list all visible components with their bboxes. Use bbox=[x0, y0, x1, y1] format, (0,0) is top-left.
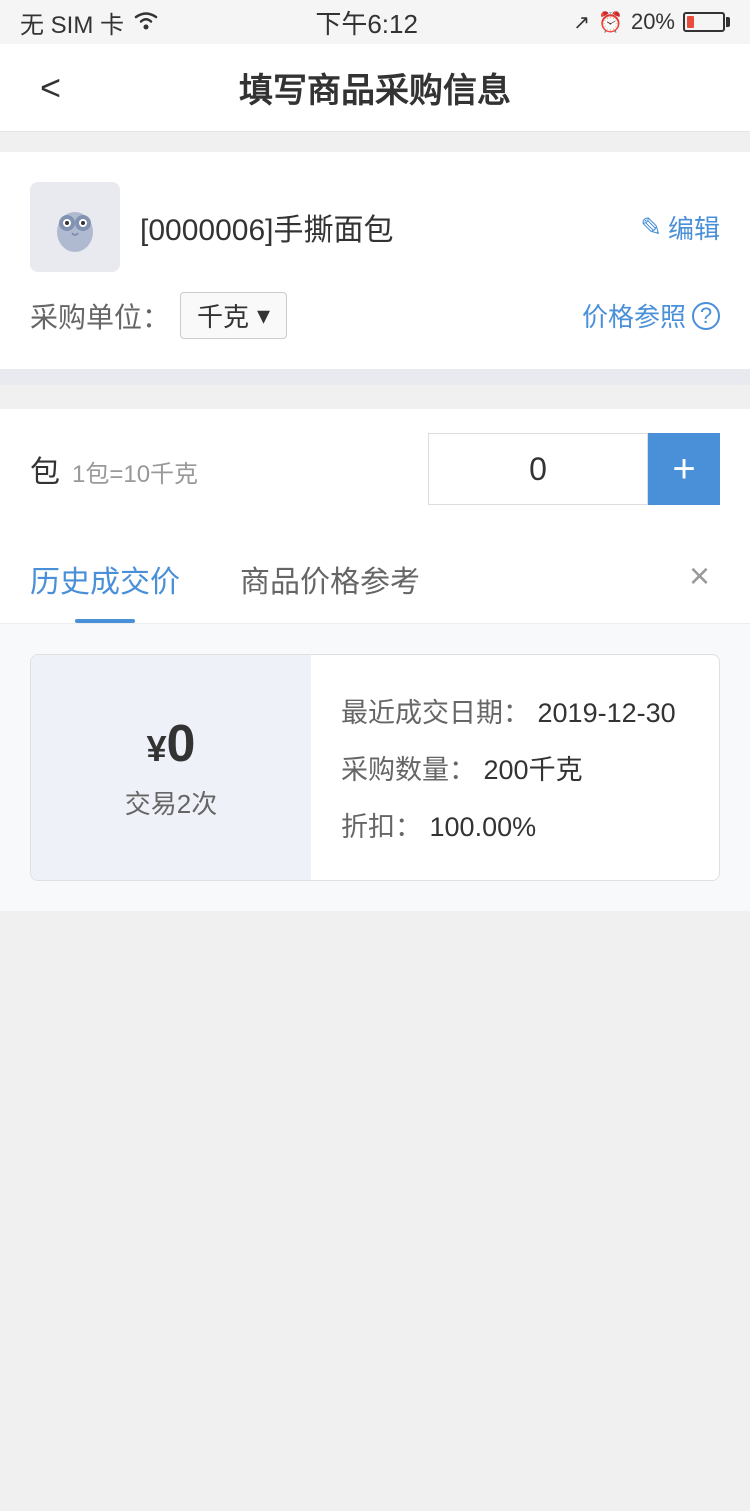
product-name: [0000006]手撕面包 bbox=[140, 205, 393, 249]
status-right: ↗ ⏰ 20% bbox=[573, 9, 730, 35]
quantity-control: + bbox=[428, 433, 720, 505]
location-icon: ↗ bbox=[573, 10, 590, 35]
product-thumbnail bbox=[30, 182, 120, 272]
card-trade-count: 交易2次 bbox=[125, 784, 217, 821]
purchase-unit-label: 采购单位： bbox=[30, 296, 170, 336]
price-ref-button[interactable]: 价格参照 ? bbox=[582, 297, 720, 334]
dropdown-arrow-icon: ▾ bbox=[257, 300, 270, 331]
wifi-icon bbox=[132, 8, 160, 37]
purchase-qty-label: 采购数量： bbox=[341, 755, 476, 785]
quantity-section: 包 1包=10千克 + bbox=[0, 401, 750, 529]
battery-percent: 20% bbox=[631, 9, 675, 35]
product-header: [0000006]手撕面包 ✎ 编辑 bbox=[30, 182, 720, 272]
status-time: 下午6:12 bbox=[315, 4, 418, 41]
battery-icon bbox=[683, 12, 730, 32]
back-button[interactable]: < bbox=[30, 57, 71, 119]
purchase-unit-row: 采购单位： 千克 ▾ 价格参照 ? bbox=[30, 292, 720, 339]
discount-label: 折扣： bbox=[341, 812, 422, 842]
recent-date-label: 最近成交日期： bbox=[341, 698, 530, 728]
discount-value: 100.00% bbox=[430, 812, 537, 842]
recent-date-row: 最近成交日期： 2019-12-30 bbox=[341, 691, 689, 730]
section-divider bbox=[0, 369, 750, 385]
status-left: 无 SIM 卡 bbox=[20, 5, 160, 40]
quantity-unit-name: 包 bbox=[30, 447, 60, 491]
tab-history-price[interactable]: 历史成交价 bbox=[30, 529, 180, 623]
quantity-add-button[interactable]: + bbox=[648, 433, 720, 505]
quantity-label-area: 包 1包=10千克 bbox=[30, 447, 198, 491]
recent-date-value: 2019-12-30 bbox=[538, 698, 676, 728]
bottom-area bbox=[0, 911, 750, 1511]
unit-select[interactable]: 千克 ▾ bbox=[180, 292, 287, 339]
currency-symbol: ¥ bbox=[147, 728, 167, 769]
card-area: ¥0 交易2次 最近成交日期： 2019-12-30 采购数量： 200千克 折… bbox=[0, 624, 750, 911]
tabs: 历史成交价 商品价格参考 bbox=[30, 529, 420, 623]
quantity-input[interactable] bbox=[428, 433, 648, 505]
purchase-qty-value: 200千克 bbox=[484, 755, 583, 785]
history-card: ¥0 交易2次 最近成交日期： 2019-12-30 采购数量： 200千克 折… bbox=[30, 654, 720, 881]
product-info: [0000006]手撕面包 bbox=[30, 182, 393, 272]
card-detail-area: 最近成交日期： 2019-12-30 采购数量： 200千克 折扣： 100.0… bbox=[311, 655, 719, 880]
tab-header: 历史成交价 商品价格参考 × bbox=[0, 529, 750, 624]
edit-button[interactable]: ✎ 编辑 bbox=[640, 209, 720, 246]
quantity-unit-hint: 1包=10千克 bbox=[72, 454, 198, 489]
card-price: ¥0 bbox=[147, 714, 196, 774]
tab-product-price[interactable]: 商品价格参考 bbox=[240, 529, 420, 623]
tab-section: 历史成交价 商品价格参考 × ¥0 交易2次 最近成交日期： 2019-12-3… bbox=[0, 529, 750, 911]
alarm-icon: ⏰ bbox=[598, 10, 623, 35]
product-section: [0000006]手撕面包 ✎ 编辑 采购单位： 千克 ▾ 价格参照 ? bbox=[0, 152, 750, 369]
help-icon: ? bbox=[692, 302, 720, 330]
card-price-area: ¥0 交易2次 bbox=[31, 655, 311, 880]
discount-row: 折扣： 100.00% bbox=[341, 805, 689, 844]
edit-icon: ✎ bbox=[640, 212, 662, 243]
unit-value: 千克 bbox=[197, 297, 249, 334]
page-title: 填写商品采购信息 bbox=[239, 63, 511, 112]
purchase-qty-row: 采购数量： 200千克 bbox=[341, 748, 689, 787]
tab-close-button[interactable]: × bbox=[679, 545, 720, 607]
nav-bar: < 填写商品采购信息 bbox=[0, 44, 750, 132]
status-bar: 无 SIM 卡 下午6:12 ↗ ⏰ 20% bbox=[0, 0, 750, 44]
carrier-text: 无 SIM 卡 bbox=[20, 5, 124, 40]
price-ref-label: 价格参照 bbox=[582, 297, 686, 334]
